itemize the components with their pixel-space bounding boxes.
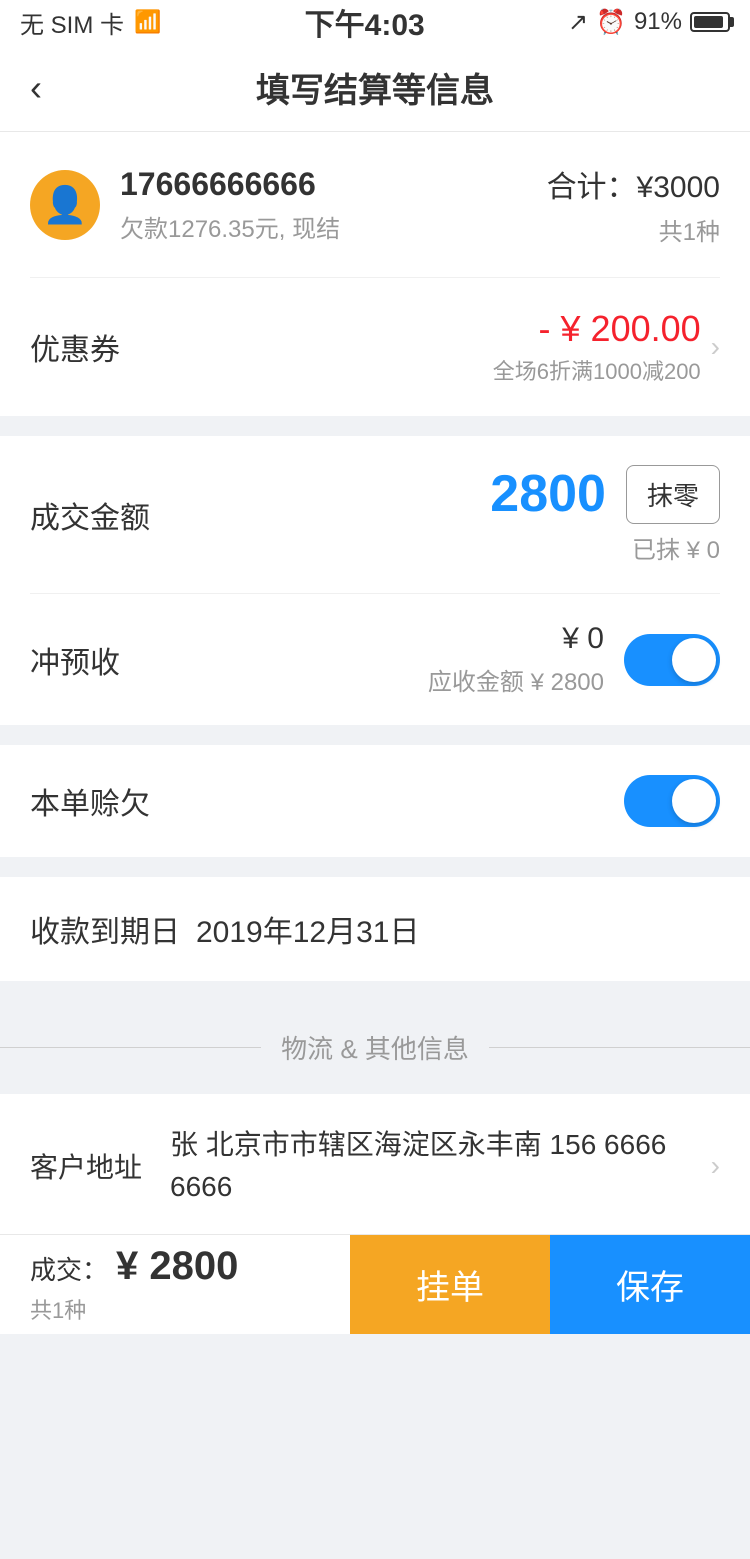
- total-count: 共1种: [547, 212, 720, 247]
- bottom-deal-label: 成交：: [30, 1250, 108, 1287]
- section-divider-1: [0, 416, 750, 436]
- coupon-label: 优惠券: [30, 325, 120, 369]
- bottom-summary: 成交： ¥ 2800 共1种: [0, 1244, 350, 1325]
- debt-label: 本单赊欠: [30, 779, 150, 823]
- coupon-right: - ¥ 200.00 全场6折满1000减200 ›: [493, 308, 720, 386]
- user-info: 17666666666 欠款1276.35元, 现结: [120, 166, 340, 244]
- status-left: 无 SIM 卡 📶: [20, 5, 161, 40]
- coupon-chevron-icon: ›: [711, 331, 720, 363]
- address-value: 张 北京市市辖区海淀区永丰南 156 6666 6666: [170, 1124, 701, 1208]
- back-button[interactable]: ‹: [30, 67, 42, 109]
- battery-icon: [690, 12, 730, 32]
- debt-row: 本单赊欠: [30, 745, 720, 857]
- deal-amount-row: 成交金额 2800 抹零 已抹 ¥ 0: [30, 436, 720, 594]
- advance-value: ¥ 0: [428, 622, 604, 656]
- page-title: 填写结算等信息: [256, 63, 494, 112]
- section-divider-3: [0, 857, 750, 877]
- address-chevron-icon: ›: [711, 1150, 720, 1182]
- total-amount: 合计：¥3000: [547, 162, 720, 206]
- advance-amount: ¥ 0 应收金额 ¥ 2800: [428, 622, 604, 697]
- user-left: 👤 17666666666 欠款1276.35元, 现结: [30, 166, 340, 244]
- advance-toggle-thumb: [672, 638, 716, 682]
- nav-bar: ‹ 填写结算等信息: [0, 44, 750, 132]
- coupon-desc: 全场6折满1000减200: [493, 354, 701, 386]
- coupon-value: - ¥ 200.00: [539, 308, 701, 350]
- status-bar: 无 SIM 卡 📶 下午4:03 ↗ ⏰ 91%: [0, 0, 750, 44]
- wifi-icon: 📶: [134, 9, 161, 35]
- advance-row: 冲预收 ¥ 0 应收金额 ¥ 2800: [30, 594, 720, 725]
- alarm-icon: ⏰: [596, 8, 626, 37]
- bottom-bar: 成交： ¥ 2800 共1种 挂单 保存: [0, 1234, 750, 1334]
- address-label: 客户地址: [30, 1146, 170, 1186]
- user-phone: 17666666666: [120, 166, 340, 203]
- logistics-text: 物流 & 其他信息: [281, 1029, 469, 1066]
- logistics-line-left: [0, 1047, 261, 1048]
- deal-sub-text: 已抹 ¥ 0: [632, 530, 720, 565]
- hang-button[interactable]: 挂单: [350, 1235, 550, 1334]
- location-icon: ↗: [568, 8, 588, 37]
- carrier-text: 无 SIM 卡: [20, 5, 124, 40]
- advance-toggle[interactable]: [624, 634, 720, 686]
- due-date-row: 收款到期日 2019年12月31日: [30, 877, 720, 981]
- avatar: 👤: [30, 170, 100, 240]
- coupon-value-group: - ¥ 200.00 全场6折满1000减200: [493, 308, 701, 386]
- deal-amount-value: 2800: [490, 464, 606, 524]
- section-divider-2: [0, 725, 750, 745]
- status-time: 下午4:03: [305, 0, 425, 44]
- logistics-header: 物流 & 其他信息: [0, 1001, 750, 1094]
- bottom-deal-value: ¥ 2800: [116, 1244, 238, 1289]
- deal-amount-right: 2800 抹零: [490, 464, 720, 524]
- due-date-value: 2019年12月31日: [196, 907, 419, 951]
- user-right: 合计：¥3000 共1种: [547, 162, 720, 247]
- due-date-label: 收款到期日: [30, 907, 180, 951]
- advance-sub-text: 应收金额 ¥ 2800: [428, 662, 604, 697]
- address-card[interactable]: 客户地址 张 北京市市辖区海淀区永丰南 156 6666 6666 ›: [0, 1094, 750, 1239]
- address-row[interactable]: 客户地址 张 北京市市辖区海淀区永丰南 156 6666 6666 ›: [30, 1094, 720, 1239]
- bottom-deal-row: 成交： ¥ 2800: [30, 1244, 320, 1289]
- bottom-count: 共1种: [30, 1293, 320, 1325]
- deal-amount-label: 成交金额: [30, 493, 150, 537]
- advance-label: 冲预收: [30, 638, 120, 682]
- coupon-row[interactable]: 优惠券 - ¥ 200.00 全场6折满1000减200 ›: [30, 278, 720, 416]
- due-date-card: 收款到期日 2019年12月31日: [0, 877, 750, 981]
- battery-percent: 91%: [634, 8, 682, 36]
- deal-amount-card: 成交金额 2800 抹零 已抹 ¥ 0 冲预收 ¥ 0 应收金额 ¥ 2800: [0, 436, 750, 725]
- user-info-card: 👤 17666666666 欠款1276.35元, 现结 合计：¥3000 共1…: [0, 132, 750, 416]
- debt-toggle-thumb: [672, 779, 716, 823]
- advance-right: ¥ 0 应收金额 ¥ 2800: [428, 622, 720, 697]
- debt-card: 本单赊欠: [0, 745, 750, 857]
- section-divider-4: [0, 981, 750, 1001]
- save-button[interactable]: 保存: [550, 1235, 750, 1334]
- user-sub-text: 欠款1276.35元, 现结: [120, 209, 340, 244]
- round-button[interactable]: 抹零: [626, 465, 720, 524]
- status-right: ↗ ⏰ 91%: [568, 8, 730, 37]
- bottom-spacer: [0, 1459, 750, 1559]
- user-row: 👤 17666666666 欠款1276.35元, 现结 合计：¥3000 共1…: [30, 132, 720, 278]
- logistics-line-right: [489, 1047, 750, 1048]
- debt-toggle[interactable]: [624, 775, 720, 827]
